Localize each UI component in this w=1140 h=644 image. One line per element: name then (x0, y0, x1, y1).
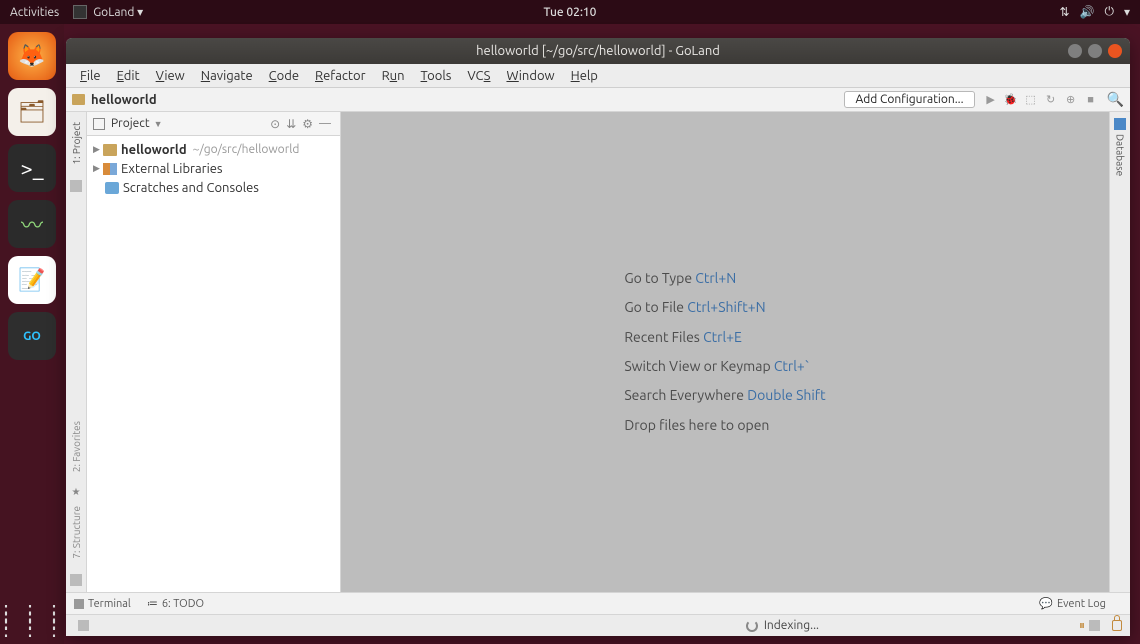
debug-icon[interactable]: 🐞 (1003, 92, 1019, 108)
app-indicator[interactable]: GoLand ▾ (73, 5, 143, 19)
eventlog-icon: 💬 (1039, 597, 1053, 610)
profile-icon[interactable]: ↻ (1043, 92, 1059, 108)
scratch-icon (105, 182, 119, 194)
hint-row: Switch View or Keymap Ctrl+` (624, 352, 825, 381)
project-panel-header: Project ▼ ⊙ ⇊ ⚙ — (87, 112, 340, 136)
power-icon[interactable]: ⏻ (1104, 5, 1114, 19)
hint-row: Search Everywhere Double Shift (624, 381, 825, 410)
tool-project-tab[interactable]: 1: Project (71, 122, 82, 165)
project-tree[interactable]: ▶ helloworld ~/go/src/helloworld ▶ Exter… (87, 136, 340, 201)
hint-row: Go to Type Ctrl+N (624, 264, 825, 293)
status-icon[interactable] (1089, 620, 1100, 631)
lock-icon[interactable] (1112, 620, 1122, 631)
hide-icon[interactable]: — (316, 117, 334, 130)
locate-icon[interactable]: ⊙ (267, 117, 283, 131)
breadcrumb[interactable]: helloworld (91, 93, 157, 107)
clock[interactable]: Tue 02:10 (544, 6, 597, 19)
tool-favorites-tab[interactable]: 2: Favorites (71, 421, 82, 472)
run-icon[interactable]: ▶ (983, 92, 999, 108)
menu-help[interactable]: Help (563, 69, 606, 83)
project-panel-title[interactable]: Project (111, 117, 150, 130)
chevron-down-icon[interactable]: ▼ (154, 119, 163, 129)
network-icon[interactable]: ⇅ (1059, 5, 1069, 19)
folder-icon (103, 144, 117, 156)
database-icon[interactable] (1114, 118, 1126, 130)
tree-root[interactable]: ▶ helloworld ~/go/src/helloworld (89, 140, 338, 159)
editor-area[interactable]: Go to Type Ctrl+N Go to File Ctrl+Shift+… (341, 112, 1109, 592)
tool-structure-tab[interactable]: 7: Structure (71, 506, 82, 559)
activities-button[interactable]: Activities (10, 6, 59, 19)
coverage-icon[interactable]: ⬚ (1023, 92, 1039, 108)
window-title: helloworld [~/go/src/helloworld] - GoLan… (476, 44, 720, 58)
attach-icon[interactable]: ⊕ (1063, 92, 1079, 108)
tool-windows-icon[interactable] (78, 620, 89, 631)
launcher-apps-grid[interactable]: ⋮⋮⋮⋮⋮⋮⋮⋮⋮ (0, 608, 68, 632)
launcher-goland[interactable]: GO (8, 312, 56, 360)
ubuntu-launcher: 🦊 🗂 >_ 〰 📝 GO ⋮⋮⋮⋮⋮⋮⋮⋮⋮ (0, 24, 64, 644)
stop-icon[interactable]: ■ (1083, 92, 1099, 108)
menu-window[interactable]: Window (498, 69, 562, 83)
menu-run[interactable]: Run (374, 69, 413, 83)
launcher-monitor[interactable]: 〰 (8, 200, 56, 248)
structure-icon (70, 574, 82, 586)
window-maximize[interactable] (1088, 44, 1102, 58)
progress-spinner-icon (746, 620, 758, 632)
tree-external-libs[interactable]: ▶ External Libraries (89, 159, 338, 178)
window-minimize[interactable] (1068, 44, 1082, 58)
menu-file[interactable]: File (72, 69, 109, 83)
status-indexing: Indexing... (764, 619, 819, 632)
goland-icon (73, 5, 87, 19)
library-icon (103, 163, 117, 175)
search-icon[interactable]: 🔍 (1107, 91, 1124, 108)
tool-eventlog-tab[interactable]: 💬Event Log (1039, 597, 1106, 610)
menu-edit[interactable]: Edit (109, 69, 148, 83)
goland-window: helloworld [~/go/src/helloworld] - GoLan… (66, 38, 1130, 636)
project-view-icon (93, 118, 105, 130)
project-panel: Project ▼ ⊙ ⇊ ⚙ — ▶ helloworld ~/go/src/… (87, 112, 341, 592)
titlebar[interactable]: helloworld [~/go/src/helloworld] - GoLan… (66, 38, 1130, 64)
bottom-tool-bar: Terminal ≔6: TODO 💬Event Log (66, 592, 1130, 614)
bookmarks-icon[interactable] (70, 180, 82, 192)
menu-tools[interactable]: Tools (413, 69, 460, 83)
terminal-icon (74, 599, 84, 609)
status-bar: Indexing... ⏸ (66, 614, 1130, 636)
hint-row: Drop files here to open (624, 411, 825, 440)
tool-database-tab[interactable]: Database (1115, 134, 1126, 176)
launcher-files[interactable]: 🗂 (8, 88, 56, 136)
menu-navigate[interactable]: Navigate (193, 69, 261, 83)
folder-icon (72, 94, 85, 105)
menu-vcs[interactable]: VCS (459, 69, 498, 83)
hint-row: Go to File Ctrl+Shift+N (624, 293, 825, 322)
todo-icon: ≔ (147, 597, 158, 610)
ubuntu-topbar: Activities GoLand ▾ Tue 02:10 ⇅ 🔊 ⏻ ▾ (0, 0, 1140, 24)
menu-code[interactable]: Code (261, 69, 307, 83)
menubar: File Edit View Navigate Code Refactor Ru… (66, 64, 1130, 88)
window-close[interactable] (1108, 44, 1122, 58)
left-tool-gutter: 1: Project 2: Favorites ★ 7: Structure (66, 112, 87, 592)
tree-scratches[interactable]: Scratches and Consoles (89, 178, 338, 197)
settings-icon[interactable]: ⚙ (299, 117, 316, 131)
nav-toolbar: helloworld Add Configuration... ▶ 🐞 ⬚ ↻ … (66, 88, 1130, 112)
volume-icon[interactable]: 🔊 (1080, 5, 1095, 19)
star-icon: ★ (72, 486, 81, 498)
launcher-firefox[interactable]: 🦊 (8, 32, 56, 80)
launcher-terminal[interactable]: >_ (8, 144, 56, 192)
right-tool-gutter: Database (1109, 112, 1130, 592)
menu-view[interactable]: View (148, 69, 193, 83)
launcher-editor[interactable]: 📝 (8, 256, 56, 304)
chevron-down-icon[interactable]: ▾ (1124, 5, 1130, 19)
tool-terminal-tab[interactable]: Terminal (74, 598, 131, 610)
tool-todo-tab[interactable]: ≔6: TODO (147, 597, 204, 610)
collapse-icon[interactable]: ⇊ (283, 117, 299, 131)
hint-row: Recent Files Ctrl+E (624, 323, 825, 352)
menu-refactor[interactable]: Refactor (307, 69, 374, 83)
editor-hints: Go to Type Ctrl+N Go to File Ctrl+Shift+… (624, 264, 825, 440)
pause-icon[interactable]: ⏸ (1079, 619, 1085, 633)
add-configuration-button[interactable]: Add Configuration... (844, 91, 974, 108)
